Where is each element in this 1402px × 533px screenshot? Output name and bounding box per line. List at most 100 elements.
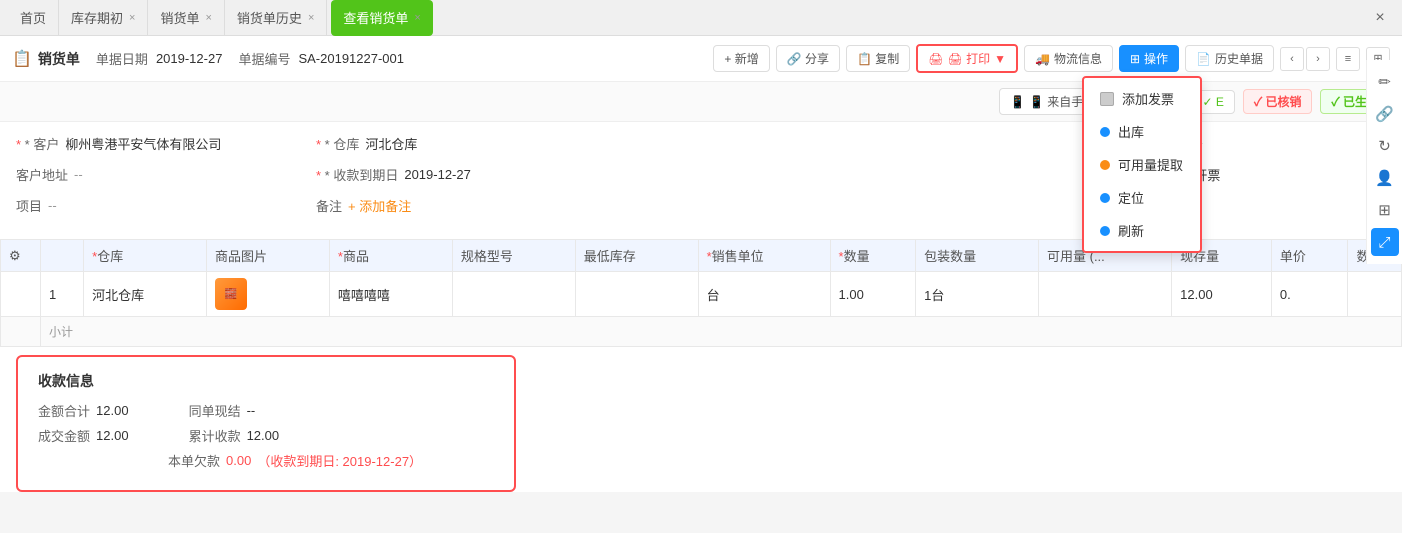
receipt-cum-label: 累计收款 [189,426,241,445]
nav-prev-button[interactable]: ‹ [1280,47,1304,71]
nav-arrows: ‹ › [1280,47,1330,71]
cancelled-badge: ✓ 已核销 [1243,89,1313,114]
operations-button[interactable]: ⊞ 操作 [1119,45,1179,72]
row-product: 嘻嘻嘻嘻 [329,272,452,317]
share-button[interactable]: 🔗 分享 [776,45,840,72]
doc-header: 📋 销货单 单据日期 2019-12-27 单据编号 SA-20191227-0… [0,36,1402,82]
row-min-stock [575,272,698,317]
doc-number-value: SA-20191227-001 [298,51,404,66]
product-image: 🧱 [215,278,247,310]
row-settings [1,272,41,317]
subtotal-row: 小计 [1,317,1402,347]
payment-date-label: * 收款到期日 [316,165,398,184]
dropdown-add-invoice[interactable]: 添加发票 [1084,82,1200,115]
tab-inventory[interactable]: 库存期初 × [59,0,148,36]
receipt-owed-suffix: （收款到期日: 2019-12-27） [257,451,422,470]
tab-view-sales-label: 查看销货单 [343,8,408,27]
sidebar-edit-icon[interactable]: ✏ [1371,68,1399,96]
doc-meta-number: 单据编号 SA-20191227-001 [238,49,404,68]
receipt-total-amount: 金额合计 12.00 [38,401,129,420]
col-warehouse: *仓库 [84,240,207,272]
tab-view-sales[interactable]: 查看销货单 × [331,0,432,36]
receipt-settle-label: 同单现结 [189,401,241,420]
history-docs-button[interactable]: 📄 历史单据 [1185,45,1274,72]
dropdown-refresh[interactable]: 刷新 [1084,214,1200,247]
receipt-total-label: 金额合计 [38,401,90,420]
payment-date-field: * 收款到期日 2019-12-27 [316,165,596,184]
tab-inventory-close[interactable]: × [129,12,135,24]
note-label: 备注 [316,196,342,215]
warehouse-out-label: 出库 [1118,122,1144,141]
tab-sales-history-close[interactable]: × [308,12,314,24]
customer-value: 柳州粤港平安气体有限公司 [65,134,221,153]
warehouse-value: 河北仓库 [365,134,417,153]
operations-dropdown: 添加发票 出库 可用量提取 定位 刷新 [1082,76,1202,253]
tab-view-sales-close[interactable]: × [414,12,420,24]
refresh-label: 刷新 [1118,221,1144,240]
nav-next-button[interactable]: › [1306,47,1330,71]
copy-button[interactable]: 📋 复制 [846,45,910,72]
sidebar-expand-icon[interactable]: ⤢ [1371,228,1399,256]
data-table: ⚙ *仓库 商品图片 *商品 规格型号 最低库存 *销售单位 *数量 包装数量 … [0,239,1402,347]
payment-date-value: 2019-12-27 [404,167,471,182]
table-row: 1 河北仓库 🧱 嘻嘻嘻嘻 台 1.00 1台 12.00 0. [1,272,1402,317]
new-button-label: + 新增 [724,50,758,67]
dropdown-locate[interactable]: 定位 [1084,181,1200,214]
doc-meta-date: 单据日期 2019-12-27 [96,49,223,68]
col-quantity: *数量 [830,240,916,272]
receipt-cumulative: 累计收款 12.00 [189,426,280,445]
refresh-icon [1100,226,1110,236]
receipt-cum-value: 12.00 [247,428,280,443]
locate-label: 定位 [1118,188,1144,207]
data-table-wrap: ⚙ *仓库 商品图片 *商品 规格型号 最低库存 *销售单位 *数量 包装数量 … [0,239,1402,347]
sidebar-link-icon[interactable]: 🔗 [1371,100,1399,128]
new-button[interactable]: + 新增 [713,45,769,72]
col-sales-unit: *销售单位 [698,240,830,272]
col-product-img: 商品图片 [207,240,330,272]
subtotal-label: 小计 [41,317,1402,347]
project-value: -- [48,198,57,213]
add-invoice-label: 添加发票 [1122,89,1174,108]
operations-button-label: 操作 [1144,50,1168,67]
sidebar-user-icon[interactable]: 👤 [1371,164,1399,192]
col-spec: 规格型号 [452,240,575,272]
print-icon: 🖨 [928,52,943,66]
dropdown-warehouse-out[interactable]: 出库 [1084,115,1200,148]
sidebar-table-icon[interactable]: ⊞ [1371,196,1399,224]
col-settings[interactable]: ⚙ [1,240,41,272]
sidebar-refresh-icon[interactable]: ↻ [1371,132,1399,160]
tab-sales-label: 销货单 [160,8,199,27]
receipt-row-1: 金额合计 12.00 同单现结 -- [38,401,494,420]
available-qty-icon [1100,160,1110,170]
note-field: 备注 + 添加备注 [316,196,596,215]
doc-date-value: 2019-12-27 [156,51,223,66]
address-field: 客户地址 -- [16,165,296,184]
view-single-button[interactable]: ≡ [1336,47,1360,71]
tab-home[interactable]: 首页 [8,0,59,36]
warehouse-out-icon [1100,127,1110,137]
tab-sales-history[interactable]: 销货单历史 × [225,0,327,36]
col-row-num [41,240,84,272]
tab-bar: 首页 库存期初 × 销货单 × 销货单历史 × 查看销货单 × × [0,0,1402,36]
row-product-img: 🧱 [207,272,330,317]
right-sidebar: ✏ 🔗 ↻ 👤 ⊞ ⤢ [1366,60,1402,264]
logistics-button[interactable]: 🚚 物流信息 [1024,45,1113,72]
tab-sales[interactable]: 销货单 × [148,0,224,36]
doc-actions: + 新增 🔗 分享 📋 复制 🖨 🖨 打印 ▼ 🚚 物流信息 ⊞ 操作 [713,44,1390,73]
row-amount [1348,272,1402,317]
logistics-icon: 🚚 [1035,52,1050,66]
share-button-label: 🔗 分享 [787,50,829,67]
address-label: 客户地址 [16,165,68,184]
tab-sales-close[interactable]: × [205,12,211,24]
customer-field: * 客户 柳州粤港平安气体有限公司 [16,134,296,153]
main-content: 📋 销货单 单据日期 2019-12-27 单据编号 SA-20191227-0… [0,36,1402,492]
window-close-button[interactable]: × [1366,4,1394,32]
receipt-title: 收款信息 [38,371,494,391]
history-docs-icon: 📄 [1196,52,1211,66]
dropdown-available-qty[interactable]: 可用量提取 [1084,148,1200,181]
row-stock: 12.00 [1172,272,1272,317]
print-button[interactable]: 🖨 🖨 打印 ▼ [916,44,1018,73]
add-note-button[interactable]: + 添加备注 [348,196,411,215]
receipt-same-bill-settle: 同单现结 -- [189,401,256,420]
locate-icon [1100,193,1110,203]
